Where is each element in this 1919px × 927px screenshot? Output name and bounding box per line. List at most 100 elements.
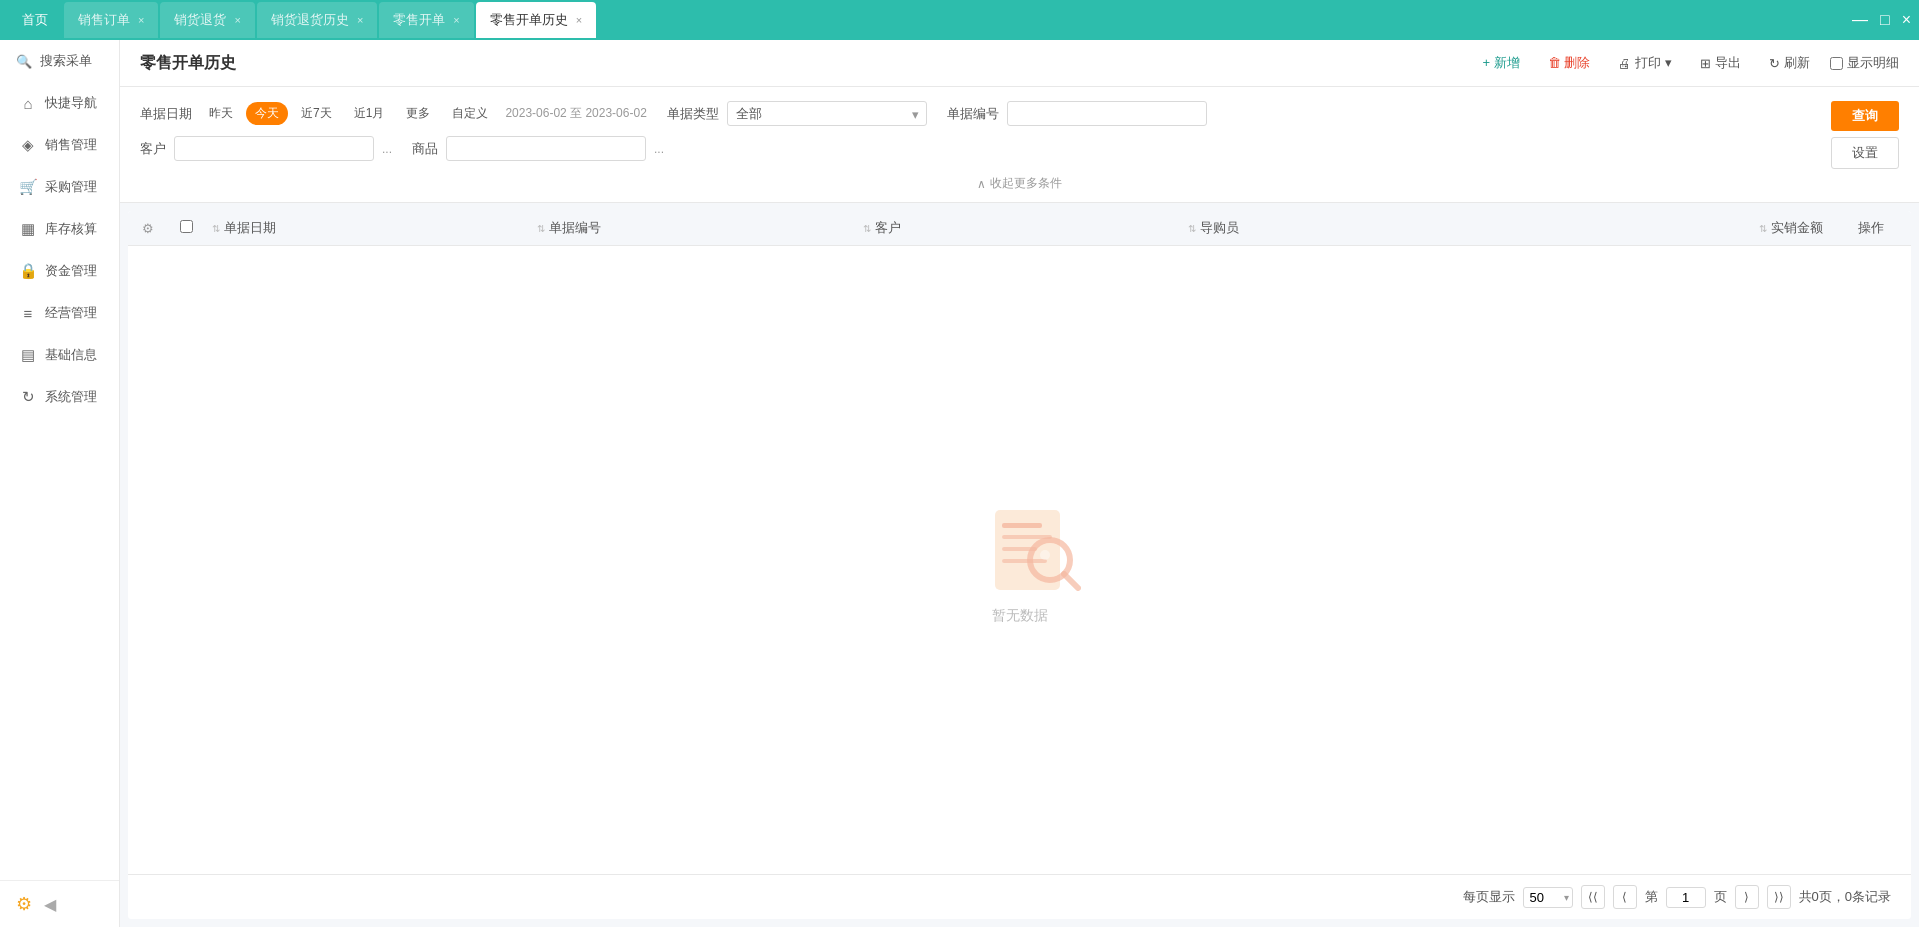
date-1month[interactable]: 近1月 (345, 102, 394, 125)
window-close-button[interactable]: × (1902, 11, 1911, 29)
window-min-button[interactable]: — (1852, 11, 1868, 29)
export-button[interactable]: ⊞ 导出 (1692, 50, 1749, 76)
sidebar-label-system: 系统管理 (45, 388, 97, 406)
last-page-button[interactable]: ⟩⟩ (1767, 885, 1791, 909)
svg-point-7 (1040, 550, 1050, 560)
tab-home-label: 首页 (22, 11, 48, 29)
th-amount-label: 实销金额 (1771, 219, 1823, 237)
th-number-label: 单据编号 (549, 219, 601, 237)
select-all-checkbox[interactable] (168, 220, 204, 236)
sidebar-item-basic-info[interactable]: ▤ 基础信息 (0, 334, 119, 376)
sidebar-item-inventory[interactable]: ▦ 库存核算 (0, 208, 119, 250)
close-sales-order-icon[interactable]: × (138, 14, 144, 26)
table-area: ⚙ ⇅ 单据日期 ⇅ 单据编号 ⇅ 客户 ⇅ 导购员 (128, 211, 1911, 919)
date-custom[interactable]: 自定义 (443, 102, 497, 125)
per-page-label: 每页显示 (1463, 888, 1515, 906)
close-sales-return-history-icon[interactable]: × (357, 14, 363, 26)
prev-page-button[interactable]: ⟨ (1613, 885, 1637, 909)
date-range-display: 2023-06-02 至 2023-06-02 (505, 105, 646, 122)
product-more-icon[interactable]: ... (654, 142, 664, 156)
sidebar-item-sales-mgmt[interactable]: ◈ 销售管理 (0, 124, 119, 166)
refresh-button[interactable]: ↻ 刷新 (1761, 50, 1818, 76)
tab-sales-return-history[interactable]: 销货退货历史 × (257, 2, 377, 38)
sidebar-item-operations[interactable]: ≡ 经营管理 (0, 292, 119, 334)
date-more[interactable]: 更多 (397, 102, 439, 125)
tab-retail-open[interactable]: 零售开单 × (379, 2, 473, 38)
finance-icon: 🔒 (19, 262, 37, 280)
date-filter-label: 单据日期 (140, 105, 192, 123)
number-filter-group: 单据编号 (947, 101, 1207, 126)
empty-text: 暂无数据 (992, 607, 1048, 625)
display-detail-checkbox[interactable]: 显示明细 (1830, 54, 1899, 72)
product-input[interactable] (446, 136, 646, 161)
th-guide[interactable]: ⇅ 导购员 (1180, 219, 1505, 237)
collapse-filter-bar[interactable]: ∧ 收起更多条件 (140, 175, 1899, 192)
th-number[interactable]: ⇅ 单据编号 (529, 219, 854, 237)
th-date[interactable]: ⇅ 单据日期 (204, 219, 529, 237)
sidebar-item-finance[interactable]: 🔒 资金管理 (0, 250, 119, 292)
close-retail-open-history-icon[interactable]: × (576, 14, 582, 26)
window-max-button[interactable]: □ (1880, 11, 1890, 29)
date-shortcuts: 昨天 今天 近7天 近1月 更多 自定义 (200, 102, 497, 125)
first-page-button[interactable]: ⟨⟨ (1581, 885, 1605, 909)
search-label: 搜索采单 (40, 52, 92, 70)
date-today[interactable]: 今天 (246, 102, 288, 125)
delete-button[interactable]: 🗑 删除 (1540, 50, 1599, 76)
display-detail-label: 显示明细 (1847, 54, 1899, 72)
number-input[interactable] (1007, 101, 1207, 126)
th-amount-sort-icon: ⇅ (1759, 223, 1767, 234)
product-filter-group: 商品 ... (412, 136, 664, 161)
type-select[interactable]: 全部 (727, 101, 927, 126)
tab-sales-order-label: 销售订单 (78, 11, 130, 29)
search-icon: 🔍 (16, 54, 32, 69)
query-button[interactable]: 查询 (1831, 101, 1899, 131)
sidebar-item-purchase-mgmt[interactable]: 🛒 采购管理 (0, 166, 119, 208)
basic-info-icon: ▤ (19, 346, 37, 364)
type-filter-group: 单据类型 全部 (667, 101, 927, 126)
collapse-label: 收起更多条件 (990, 175, 1062, 192)
query-buttons: 查询 设置 (1831, 101, 1899, 169)
toolbar: + 新增 🗑 删除 🖨 🖨 打印 打印 ▾ ⊞ 导出 ↻ 刷新 (1475, 50, 1899, 76)
home-icon: ⌂ (19, 95, 37, 112)
settings-gear-icon[interactable]: ⚙ (16, 893, 32, 915)
empty-illustration (970, 495, 1070, 595)
close-retail-open-icon[interactable]: × (453, 14, 459, 26)
select-all-input[interactable] (180, 220, 193, 233)
tab-sales-return[interactable]: 销货退货 × (160, 2, 254, 38)
setting-button[interactable]: 设置 (1831, 137, 1899, 169)
page-number-input[interactable] (1666, 887, 1706, 908)
date-7days[interactable]: 近7天 (292, 102, 341, 125)
customer-input[interactable] (174, 136, 374, 161)
operations-icon: ≡ (19, 305, 37, 322)
sidebar: 🔍 搜索采单 ⌂ 快捷导航 ◈ 销售管理 🛒 采购管理 ▦ 库存核算 🔒 资金 (0, 40, 120, 927)
sidebar-nav: 🔍 搜索采单 ⌂ 快捷导航 ◈ 销售管理 🛒 采购管理 ▦ 库存核算 🔒 资金 (0, 40, 119, 418)
sidebar-item-system[interactable]: ↻ 系统管理 (0, 376, 119, 418)
date-yesterday[interactable]: 昨天 (200, 102, 242, 125)
next-page-button[interactable]: ⟩ (1735, 885, 1759, 909)
tab-sales-order[interactable]: 销售订单 × (64, 2, 158, 38)
display-detail-input[interactable] (1830, 57, 1843, 70)
add-button[interactable]: + 新增 (1475, 50, 1528, 76)
svg-line-6 (1064, 574, 1078, 588)
search-order-item[interactable]: 🔍 搜索采单 (0, 40, 119, 82)
th-date-sort-icon: ⇅ (212, 223, 220, 234)
tab-retail-open-history[interactable]: 零售开单历史 × (476, 2, 596, 38)
customer-filter-label: 客户 (140, 140, 166, 158)
print-button[interactable]: 🖨 🖨 打印 打印 ▾ (1610, 50, 1680, 76)
customer-more-icon[interactable]: ... (382, 142, 392, 156)
th-customer-label: 客户 (875, 219, 901, 237)
table-settings-icon[interactable]: ⚙ (128, 221, 168, 236)
empty-state: 暂无数据 (128, 246, 1911, 874)
sidebar-item-quick-nav[interactable]: ⌂ 快捷导航 (0, 82, 119, 124)
close-sales-return-icon[interactable]: × (234, 14, 240, 26)
th-amount[interactable]: ⇅ 实销金额 (1506, 219, 1831, 237)
sidebar-label-purchase-mgmt: 采购管理 (45, 178, 97, 196)
page-size-select[interactable]: 20 50 100 (1523, 887, 1573, 908)
type-select-wrapper: 全部 (727, 101, 927, 126)
th-customer[interactable]: ⇅ 客户 (855, 219, 1180, 237)
pagination: 每页显示 20 50 100 ⟨⟨ ⟨ 第 页 ⟩ ⟩⟩ 共0页，0条记录 (128, 874, 1911, 919)
sidebar-label-finance: 资金管理 (45, 262, 97, 280)
collapse-sidebar-icon[interactable]: ◀ (44, 895, 56, 914)
tab-home[interactable]: 首页 (8, 2, 62, 38)
main-layout: 🔍 搜索采单 ⌂ 快捷导航 ◈ 销售管理 🛒 采购管理 ▦ 库存核算 🔒 资金 (0, 40, 1919, 927)
